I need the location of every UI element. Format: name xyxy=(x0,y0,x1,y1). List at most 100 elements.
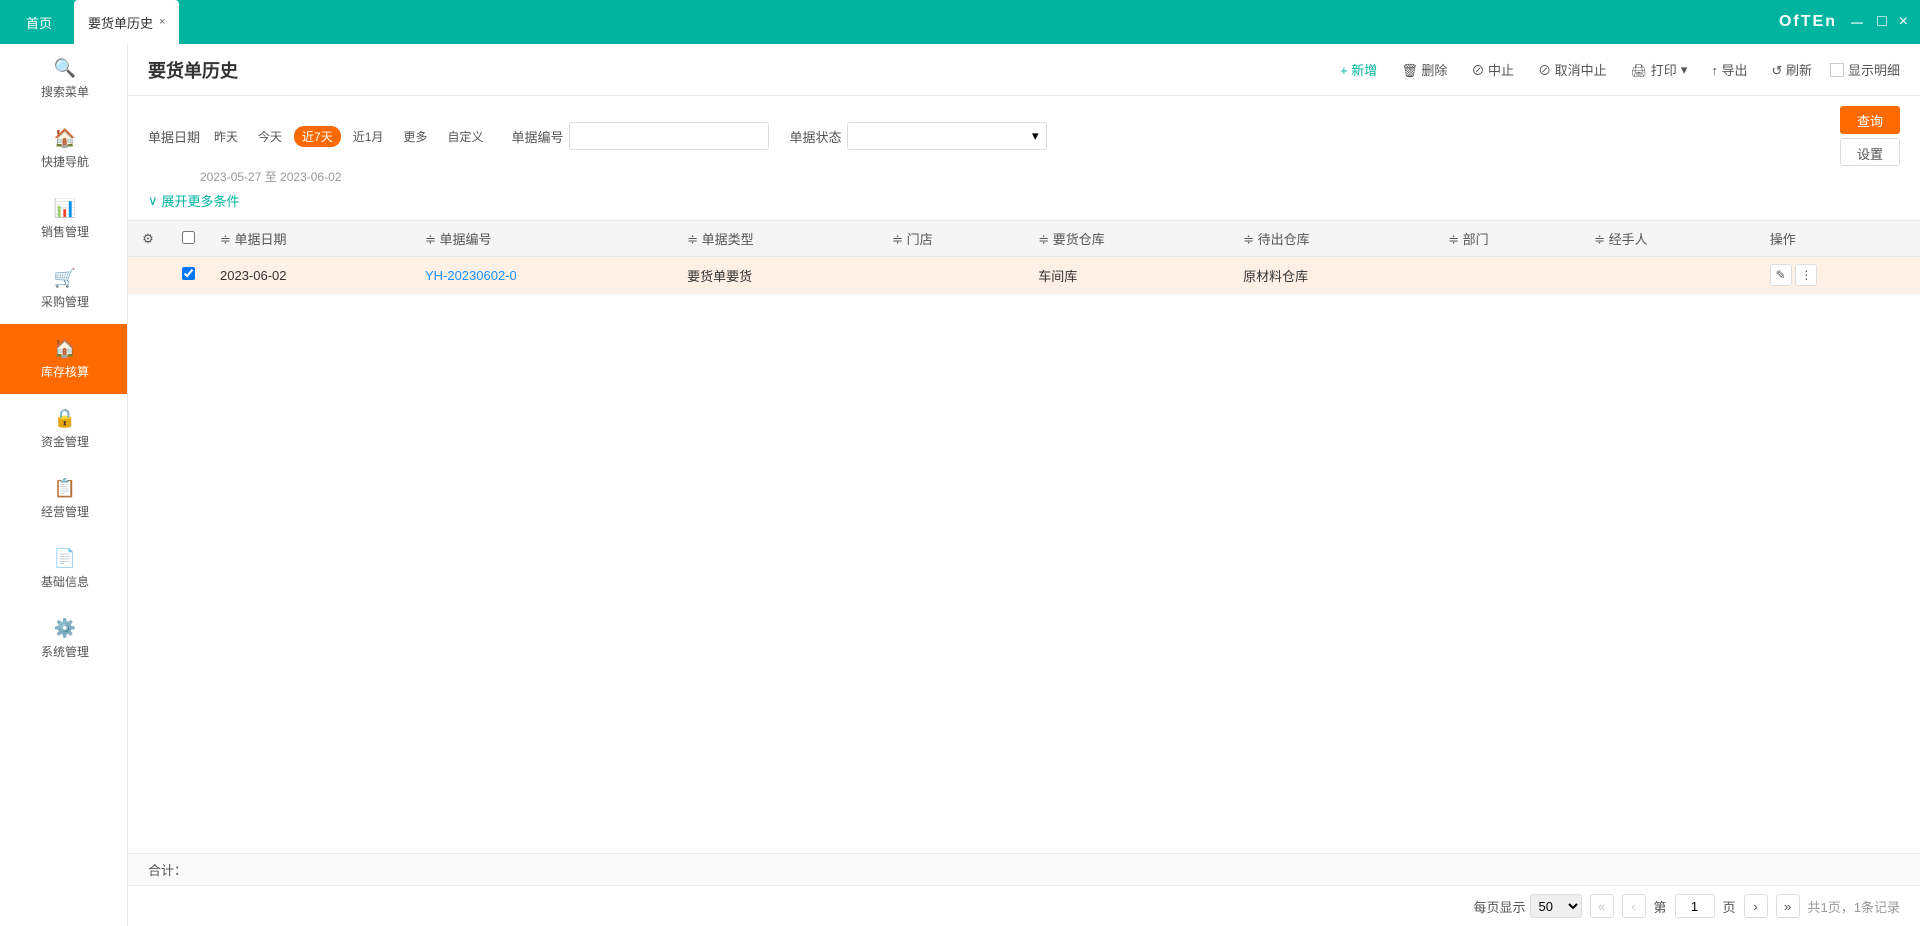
goto-label: 第 xyxy=(1654,897,1667,916)
col-date[interactable]: ≑ 单据日期 xyxy=(208,221,413,257)
row-operations-0: ✎ ⋮ xyxy=(1758,257,1920,294)
shortcut-1month[interactable]: 近1月 xyxy=(345,126,392,147)
cancel-stop-button[interactable]: ⊘ 取消中止 xyxy=(1532,56,1613,83)
query-button[interactable]: 查询 xyxy=(1840,106,1900,134)
operations-icon: 📋 xyxy=(54,478,76,499)
refresh-button[interactable]: ↺ 刷新 xyxy=(1765,56,1818,83)
page-title: 要货单历史 xyxy=(148,57,238,83)
sidebar-item-basic-info[interactable]: 📄 基础信息 xyxy=(0,534,127,604)
close-icon[interactable]: × xyxy=(1899,13,1908,31)
shortcut-today[interactable]: 今天 xyxy=(250,126,290,147)
sidebar-item-sales-mgmt[interactable]: 📊 销售管理 xyxy=(0,184,127,254)
bill-no-input[interactable] xyxy=(569,122,769,150)
page-size-label: 每页显示 xyxy=(1473,897,1525,916)
purchase-icon: 🛒 xyxy=(54,268,76,289)
last-page-btn[interactable]: » xyxy=(1776,894,1800,918)
page-header: 要货单历史 + 新增 🗑 删除 ⊘ 中止 ⊘ 取消中止 🖨 打印 ▾ ↑ 导出 … xyxy=(128,44,1920,96)
shortcut-7days[interactable]: 近7天 xyxy=(294,126,341,147)
tab-requisition-history[interactable]: 要货单历史 × xyxy=(74,0,179,44)
row-pending-warehouse-0: 原材料仓库 xyxy=(1231,257,1436,294)
new-button[interactable]: + 新增 xyxy=(1334,56,1383,83)
sidebar-item-quick-nav[interactable]: 🏠 快捷导航 xyxy=(0,114,127,184)
page-size-select[interactable]: 20 50 100 200 xyxy=(1530,894,1582,918)
bill-no-link-0[interactable]: YH-20230602-0 xyxy=(425,268,517,283)
sidebar: 🔍 搜索菜单 🏠 快捷导航 📊 销售管理 🛒 采购管理 🏠 库存核算 🔒 xyxy=(0,44,128,926)
col-pending-warehouse-label: ≑ 待出仓库 xyxy=(1243,232,1310,247)
stop-button[interactable]: ⊘ 中止 xyxy=(1465,56,1520,83)
display-detail-checkbox[interactable] xyxy=(1830,63,1844,77)
print-label: 🖨 打印 xyxy=(1631,60,1677,79)
total-info: 共1页，1条记录 xyxy=(1808,897,1900,916)
status-select[interactable]: ▾ xyxy=(847,122,1047,150)
col-settings[interactable]: ⚙ xyxy=(128,221,168,257)
prev-page-btn[interactable]: ‹ xyxy=(1622,894,1646,918)
sidebar-item-inventory-mgmt[interactable]: 🏠 库存核算 xyxy=(0,324,127,394)
col-handler[interactable]: ≑ 经手人 xyxy=(1582,221,1758,257)
col-handler-label: ≑ 经手人 xyxy=(1594,232,1648,247)
print-button[interactable]: 🖨 打印 ▾ xyxy=(1625,56,1694,83)
tab-close-icon[interactable]: × xyxy=(159,16,165,28)
tab-home[interactable]: 首页 xyxy=(12,0,66,44)
action-buttons: 查询 设置 xyxy=(1840,106,1900,166)
sidebar-item-finance-mgmt[interactable]: 🔒 资金管理 xyxy=(0,394,127,464)
sidebar-item-inventory-label: 库存核算 xyxy=(41,363,89,380)
col-store[interactable]: ≑ 门店 xyxy=(880,221,1026,257)
row-date-0: 2023-06-02 xyxy=(208,257,413,294)
bill-no-label: 单据编号 xyxy=(511,127,563,146)
brand-label: OfTEn xyxy=(1779,13,1837,31)
filter-area: 单据日期 昨天 今天 近7天 近1月 更多 自定义 单据编号 xyxy=(128,96,1920,221)
settings-button[interactable]: 设置 xyxy=(1840,138,1900,166)
table-body: 2023-06-02 YH-20230602-0 要货单要货 车间库 原材料仓库… xyxy=(128,257,1920,294)
row-more-btn-0[interactable]: ⋮ xyxy=(1795,264,1817,286)
page-input[interactable] xyxy=(1675,894,1715,918)
status-dropdown-icon: ▾ xyxy=(1032,128,1039,144)
expand-more-btn[interactable]: ∨ 展开更多条件 xyxy=(148,191,1900,210)
col-bill-no-label: ≑ 单据编号 xyxy=(425,232,492,247)
row-check-0[interactable] xyxy=(182,267,195,280)
sidebar-item-purchase-mgmt[interactable]: 🛒 采购管理 xyxy=(0,254,127,324)
next-page-btn[interactable]: › xyxy=(1744,894,1768,918)
shortcut-yesterday[interactable]: 昨天 xyxy=(206,126,246,147)
delete-button[interactable]: 🗑 删除 xyxy=(1395,56,1453,83)
col-operation-label: 操作 xyxy=(1770,232,1796,247)
date-shortcuts: 昨天 今天 近7天 近1月 更多 自定义 xyxy=(206,126,491,147)
col-dept[interactable]: ≑ 部门 xyxy=(1436,221,1582,257)
display-detail-label: 显示明细 xyxy=(1848,60,1900,79)
select-all-checkbox[interactable] xyxy=(182,231,195,244)
first-page-btn[interactable]: « xyxy=(1590,894,1614,918)
data-table: ⚙ ≑ 单据日期 ≑ 单据编号 ≑ 单据类型 xyxy=(128,221,1920,294)
table-row[interactable]: 2023-06-02 YH-20230602-0 要货单要货 车间库 原材料仓库… xyxy=(128,257,1920,294)
sidebar-item-system-label: 系统管理 xyxy=(41,643,89,660)
col-pending-warehouse[interactable]: ≑ 待出仓库 xyxy=(1231,221,1436,257)
display-detail-toggle[interactable]: 显示明细 xyxy=(1830,60,1900,79)
col-bill-type[interactable]: ≑ 单据类型 xyxy=(675,221,880,257)
row-handler-0 xyxy=(1582,257,1758,294)
maximize-icon[interactable]: □ xyxy=(1877,13,1887,31)
table-container: ⚙ ≑ 单据日期 ≑ 单据编号 ≑ 单据类型 xyxy=(128,221,1920,853)
minimize-icon[interactable]: － xyxy=(1849,10,1865,34)
filter-bill-no: 单据编号 xyxy=(511,122,769,150)
print-dropdown-icon[interactable]: ▾ xyxy=(1681,62,1688,78)
col-operation: 操作 xyxy=(1758,221,1920,257)
row-edit-btn-0[interactable]: ✎ xyxy=(1770,264,1792,286)
table-header-row: ⚙ ≑ 单据日期 ≑ 单据编号 ≑ 单据类型 xyxy=(128,221,1920,257)
col-bill-no[interactable]: ≑ 单据编号 xyxy=(413,221,675,257)
sidebar-item-operations-mgmt[interactable]: 📋 经营管理 xyxy=(0,464,127,534)
row-checkbox-0[interactable] xyxy=(168,257,208,294)
shortcut-more[interactable]: 更多 xyxy=(395,126,435,147)
sidebar-item-system-mgmt[interactable]: ⚙️ 系统管理 xyxy=(0,604,127,674)
export-button[interactable]: ↑ 导出 xyxy=(1705,56,1753,83)
col-req-warehouse[interactable]: ≑ 要货仓库 xyxy=(1026,221,1231,257)
col-checkbox[interactable] xyxy=(168,221,208,257)
inventory-icon: 🏠 xyxy=(54,338,76,359)
col-dept-label: ≑ 部门 xyxy=(1448,232,1489,247)
row-bill-type-0: 要货单要货 xyxy=(675,257,880,294)
goto-unit: 页 xyxy=(1723,897,1736,916)
sidebar-item-basic-label: 基础信息 xyxy=(41,573,89,590)
system-icon: ⚙️ xyxy=(54,618,76,639)
tab-requisition-label: 要货单历史 xyxy=(88,13,153,32)
expand-label: 展开更多条件 xyxy=(162,191,240,210)
sales-icon: 📊 xyxy=(54,198,76,219)
shortcut-custom[interactable]: 自定义 xyxy=(439,126,491,147)
sidebar-item-search-menu[interactable]: 🔍 搜索菜单 xyxy=(0,44,127,114)
